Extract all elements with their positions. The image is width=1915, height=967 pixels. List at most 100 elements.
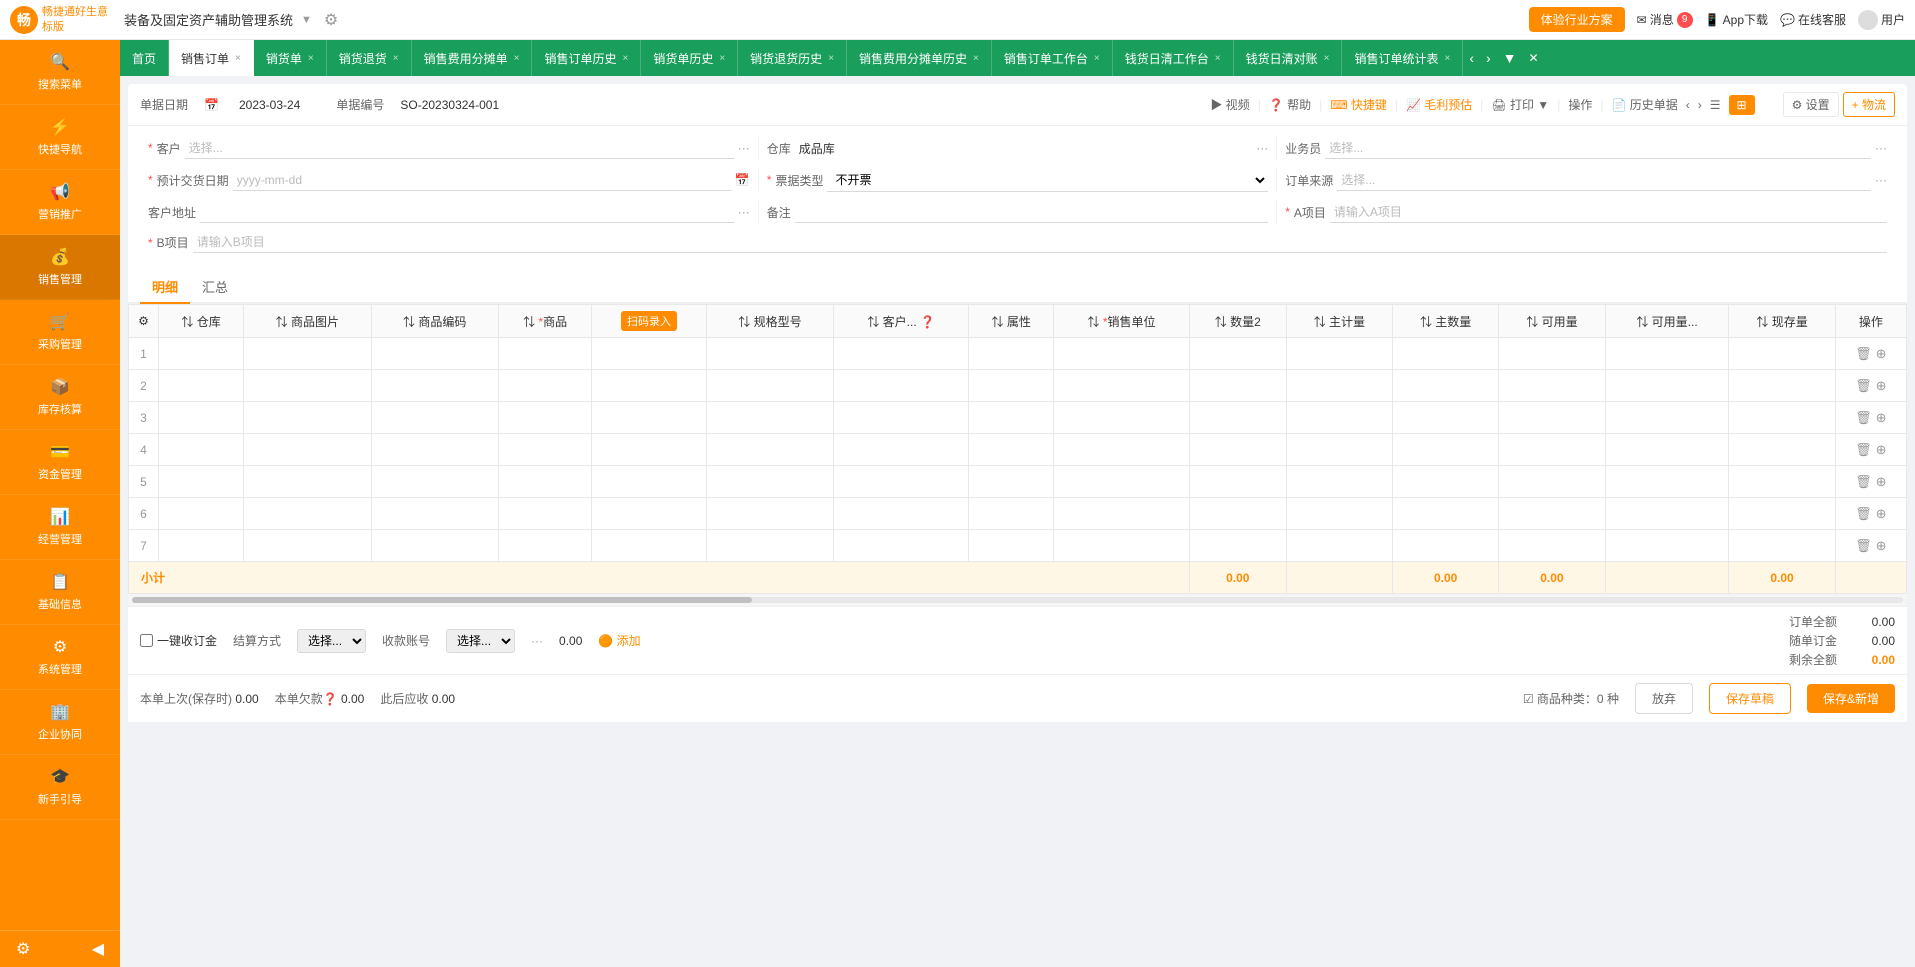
row-delete-3[interactable]: 🗑 — [1855, 410, 1872, 426]
sidebar-item-guide[interactable]: 🎓 新手引导 — [0, 755, 120, 820]
tab-return-history[interactable]: 销货退货历史 × — [738, 40, 847, 76]
list-view-btn[interactable]: ☰ — [1710, 98, 1721, 112]
tab-close-all-btn[interactable]: ✕ — [1523, 51, 1545, 65]
tab-close-sales-order[interactable]: × — [235, 53, 241, 64]
tab-invoice-history[interactable]: 销货单历史 × — [641, 40, 738, 76]
print-btn[interactable]: 🖨 打印 ▼ — [1491, 96, 1549, 113]
remark-input[interactable] — [795, 202, 1268, 223]
settings-form-btn[interactable]: ⚙ 设置 — [1783, 92, 1839, 117]
account-ellipsis[interactable]: ··· — [531, 634, 543, 648]
save-draft-btn[interactable]: 保存草稿 — [1709, 683, 1791, 714]
sidebar-item-operations[interactable]: 📊 经营管理 — [0, 495, 120, 560]
b-project-input[interactable] — [193, 232, 1887, 253]
customer-ellipsis[interactable]: ··· — [738, 141, 750, 155]
add-logistics-btn[interactable]: + 物流 — [1843, 92, 1895, 117]
row-delete-6[interactable]: 🗑 — [1855, 506, 1872, 522]
tab-close-order-stats[interactable]: × — [1444, 53, 1450, 64]
discard-btn[interactable]: 放弃 — [1635, 683, 1693, 714]
sidebar-item-base-info[interactable]: 📋 基础信息 — [0, 560, 120, 625]
tab-daily-workbench[interactable]: 钱货日清工作台 × — [1113, 40, 1234, 76]
prev-nav-btn[interactable]: ‹ — [1686, 98, 1690, 112]
logo[interactable]: 畅 畅捷通好生意 标版 — [10, 5, 108, 34]
tab-invoice[interactable]: 销货单 × — [254, 40, 327, 76]
tab-close-daily-workbench[interactable]: × — [1215, 53, 1221, 64]
add-btn[interactable]: 🟠 添加 — [598, 632, 640, 649]
delivery-date-input[interactable] — [233, 170, 731, 191]
order-source-ellipsis[interactable]: ··· — [1875, 173, 1887, 187]
tab-close-return[interactable]: × — [393, 53, 399, 64]
one-click-label[interactable]: 一键收订金 — [140, 632, 217, 649]
tab-close-daily-reconcile[interactable]: × — [1324, 53, 1330, 64]
sidebar-collapse-icon[interactable]: ◀ — [92, 939, 104, 959]
tab-fee-split-history[interactable]: 销售费用分摊单历史 × — [847, 40, 992, 76]
row-copy-2[interactable]: ⊕ — [1876, 378, 1887, 394]
settle-select[interactable]: 选择... — [297, 629, 366, 653]
sidebar-item-system[interactable]: ⚙ 系统管理 — [0, 625, 120, 690]
sidebar-item-search[interactable]: 🔍 搜索菜单 — [0, 40, 120, 105]
tab-order-workbench[interactable]: 销售订单工作台 × — [992, 40, 1113, 76]
tab-summary[interactable]: 汇总 — [190, 271, 240, 304]
tab-close-invoice-history[interactable]: × — [719, 53, 725, 64]
row-copy-6[interactable]: ⊕ — [1876, 506, 1887, 522]
row-delete-5[interactable]: 🗑 — [1855, 474, 1872, 490]
row-delete-1[interactable]: 🗑 — [1855, 346, 1872, 362]
a-project-input[interactable] — [1330, 202, 1887, 223]
sidebar-item-finance[interactable]: 💳 资金管理 — [0, 430, 120, 495]
shortcut-btn[interactable]: ⌨ 快捷键 — [1330, 96, 1387, 113]
sidebar-item-inventory[interactable]: 📦 库存核算 — [0, 365, 120, 430]
row-copy-3[interactable]: ⊕ — [1876, 410, 1887, 426]
tab-close-order-workbench[interactable]: × — [1094, 53, 1100, 64]
date-picker-icon[interactable]: 📅 — [735, 173, 750, 187]
address-ellipsis[interactable]: ··· — [738, 205, 750, 219]
salesperson-ellipsis[interactable]: ··· — [1875, 141, 1887, 155]
row-delete-4[interactable]: 🗑 — [1855, 442, 1872, 458]
help-btn[interactable]: ❓ 帮助 — [1269, 96, 1311, 113]
sidebar-item-quick-nav[interactable]: ⚡ 快捷导航 — [0, 105, 120, 170]
app-download-link[interactable]: 📱 App下载 — [1705, 11, 1768, 28]
th-settings[interactable]: ⚙ — [129, 305, 159, 338]
sidebar-settings-icon[interactable]: ⚙ — [16, 939, 30, 959]
tab-home[interactable]: 首页 — [120, 40, 169, 76]
row-copy-5[interactable]: ⊕ — [1876, 474, 1887, 490]
operate-btn[interactable]: 操作 — [1568, 96, 1592, 113]
tab-order-stats[interactable]: 销售订单统计表 × — [1342, 40, 1463, 76]
account-select[interactable]: 选择... — [446, 629, 515, 653]
row-copy-4[interactable]: ⊕ — [1876, 442, 1887, 458]
sidebar-item-enterprise[interactable]: 🏢 企业协同 — [0, 690, 120, 755]
profit-btn[interactable]: 📈 毛利预估 — [1406, 96, 1472, 113]
sidebar-item-sales[interactable]: 💰 销售管理 — [0, 235, 120, 300]
grid-view-btn[interactable]: ⊞ — [1729, 95, 1755, 115]
tab-close-fee-split[interactable]: × — [514, 53, 520, 64]
row-copy-7[interactable]: ⊕ — [1876, 538, 1887, 554]
invoice-type-select[interactable]: 不开票 增值税专用发票 增值税普通发票 — [827, 169, 1268, 192]
tab-detail[interactable]: 明细 — [140, 271, 190, 304]
user-link[interactable]: 用户 — [1858, 10, 1905, 30]
sidebar-item-marketing[interactable]: 📢 营销推广 — [0, 170, 120, 235]
one-click-checkbox[interactable] — [140, 634, 153, 647]
industry-btn[interactable]: 体验行业方案 — [1529, 7, 1625, 32]
message-link[interactable]: ✉ 消息 9 — [1637, 11, 1693, 28]
tab-close-return-history[interactable]: × — [828, 53, 834, 64]
calendar-icon[interactable]: 📅 — [204, 98, 219, 112]
tab-order-history[interactable]: 销售订单历史 × — [532, 40, 641, 76]
sidebar-item-purchase[interactable]: 🛒 采购管理 — [0, 300, 120, 365]
customer-input[interactable] — [185, 138, 734, 159]
system-dropdown[interactable]: ▼ — [301, 14, 312, 26]
online-service-link[interactable]: 💬 在线客服 — [1780, 11, 1846, 28]
tab-close-order-history[interactable]: × — [622, 53, 628, 64]
row-delete-7[interactable]: 🗑 — [1855, 538, 1872, 554]
next-nav-btn[interactable]: › — [1698, 98, 1702, 112]
tab-next-btn[interactable]: › — [1480, 50, 1497, 66]
row-copy-1[interactable]: ⊕ — [1876, 346, 1887, 362]
scan-btn[interactable]: 扫码录入 — [621, 311, 677, 331]
tab-daily-reconcile[interactable]: 钱货日清对账 × — [1234, 40, 1343, 76]
settings-icon[interactable]: ⚙ — [324, 10, 338, 30]
tab-prev-btn[interactable]: ‹ — [1463, 50, 1480, 66]
tab-fee-split[interactable]: 销售费用分摊单 × — [412, 40, 533, 76]
tab-return[interactable]: 销货退货 × — [327, 40, 412, 76]
preview-btn[interactable]: ▶ 视频 — [1210, 96, 1249, 113]
save-new-btn[interactable]: 保存&新增 — [1807, 684, 1895, 713]
history-btn[interactable]: 📄 历史单据 — [1611, 96, 1677, 113]
warehouse-ellipsis[interactable]: ··· — [1256, 141, 1268, 155]
tab-close-fee-split-history[interactable]: × — [973, 53, 979, 64]
